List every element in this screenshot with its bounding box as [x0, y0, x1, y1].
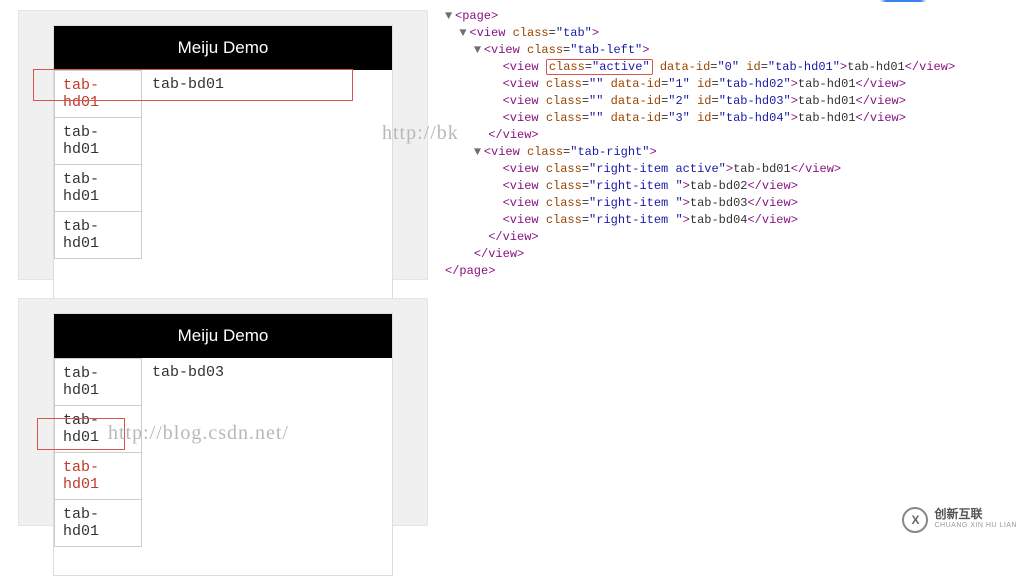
tab-hd04[interactable]: tab-hd01 — [54, 212, 142, 259]
tab-hd03[interactable]: tab-hd01 — [54, 165, 142, 212]
device-frame: Meiju Demo tab-hd01 tab-hd01 tab-hd01 ta… — [53, 25, 393, 330]
logo-icon: X — [902, 507, 928, 533]
devtools-top-border — [445, 0, 1025, 2]
tab-hd02[interactable]: tab-hd01 — [54, 118, 142, 165]
tab-container: tab-hd01 tab-hd01 tab-hd01 tab-hd01 tab-… — [54, 70, 392, 259]
device-frame: Meiju Demo tab-hd01 tab-hd01 tab-hd01 ta… — [53, 313, 393, 576]
screenshot-top: Meiju Demo tab-hd01 tab-hd01 tab-hd01 ta… — [18, 10, 428, 280]
tab-content: tab-bd01 — [142, 70, 392, 99]
tab-hd01[interactable]: tab-hd01 — [54, 358, 142, 406]
tab-left: tab-hd01 tab-hd01 tab-hd01 tab-hd01 — [54, 70, 142, 259]
screenshot-bottom: Meiju Demo tab-hd01 tab-hd01 tab-hd01 ta… — [18, 298, 428, 526]
logo-brand-en: CHUANG XIN HU LIAN — [934, 520, 1017, 532]
tab-hd04[interactable]: tab-hd01 — [54, 500, 142, 547]
tab-hd03[interactable]: tab-hd01 — [54, 453, 142, 500]
tab-hd02[interactable]: tab-hd01 — [54, 406, 142, 453]
app-title: Meiju Demo — [54, 314, 392, 358]
tab-hd01[interactable]: tab-hd01 — [54, 70, 142, 118]
tab-left: tab-hd01 tab-hd01 tab-hd01 tab-hd01 — [54, 358, 142, 547]
app-title: Meiju Demo — [54, 26, 392, 70]
tab-container: tab-hd01 tab-hd01 tab-hd01 tab-hd01 tab-… — [54, 358, 392, 547]
logo-brand-cn: 创新互联 — [934, 508, 1017, 520]
tab-content: tab-bd03 — [142, 358, 392, 387]
footer-logo: X 创新互联 CHUANG XIN HU LIAN — [902, 507, 1017, 533]
devtools-panel[interactable]: ▼<page> ▼<view class="tab"> ▼<view class… — [445, 8, 1005, 280]
